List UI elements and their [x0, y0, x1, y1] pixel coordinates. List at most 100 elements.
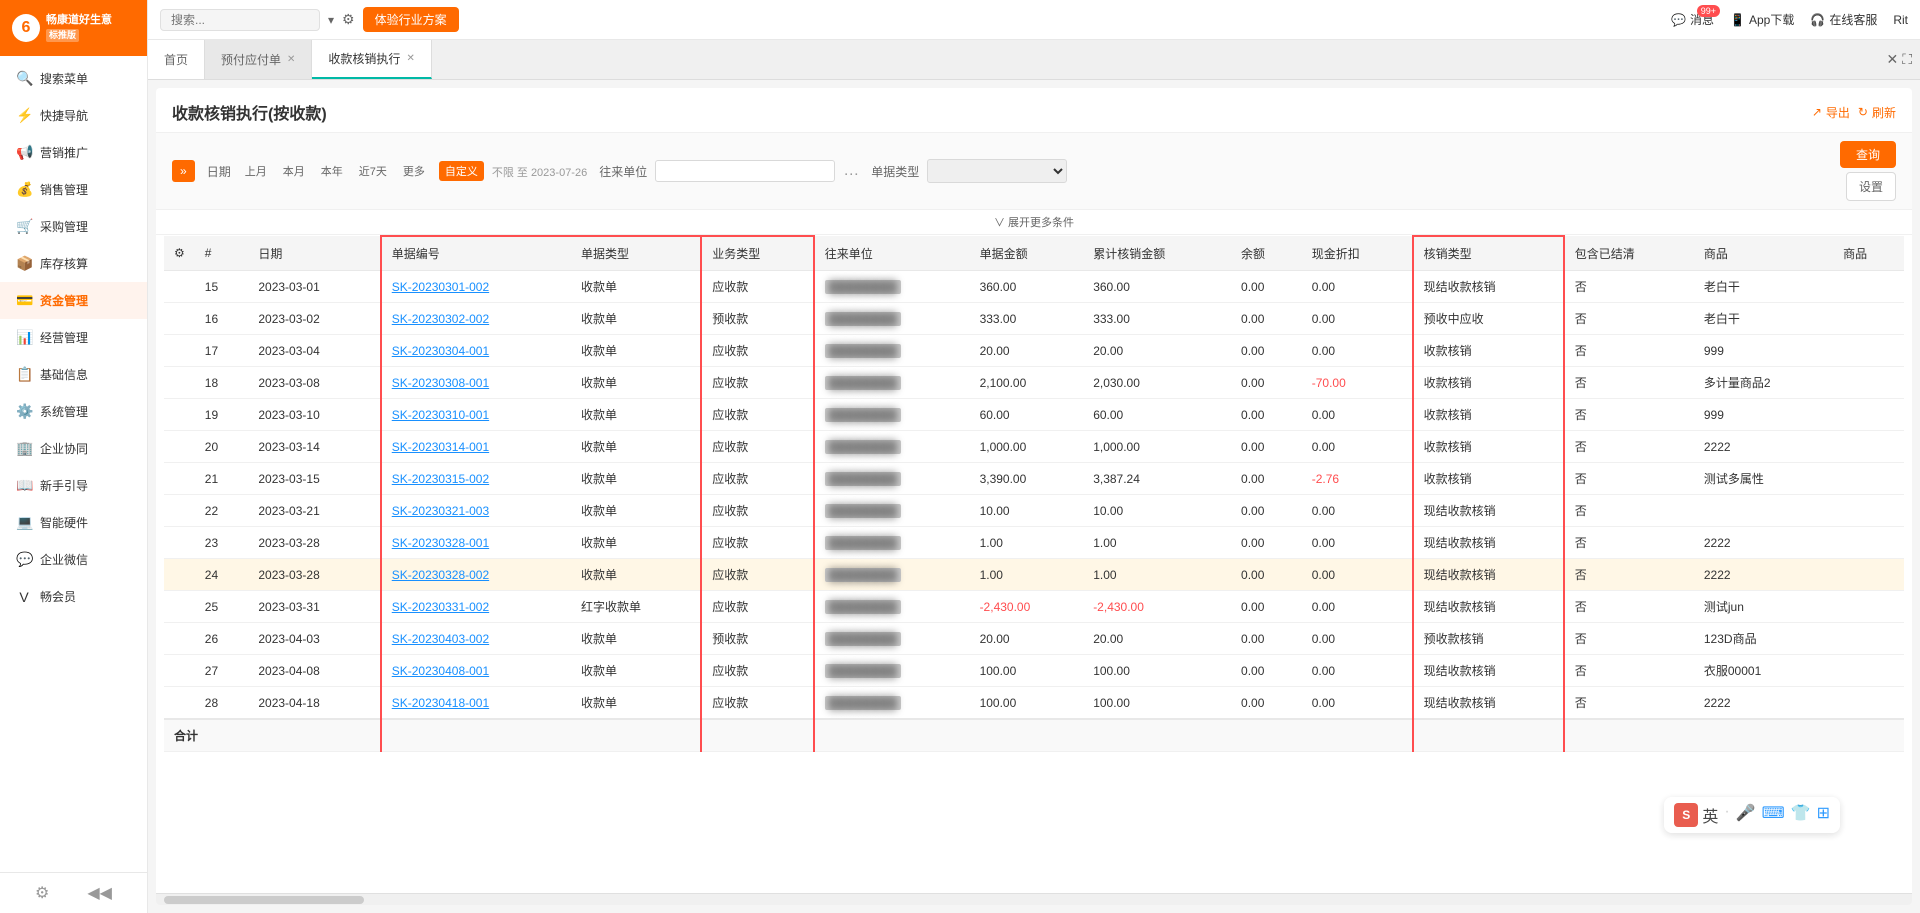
- cell-verify-type: 现结收款核销: [1413, 559, 1564, 591]
- tab-receipt-verify[interactable]: 收款核销执行 ✕: [312, 40, 431, 79]
- cell-settings[interactable]: [164, 559, 195, 591]
- expand-more-bar[interactable]: ∨ 展开更多条件: [156, 210, 1912, 235]
- footer-label: 合计: [164, 719, 381, 752]
- cell-goods2: [1833, 559, 1904, 591]
- app-download-button[interactable]: 📱 App下载: [1730, 11, 1794, 28]
- tab-fullscreen-button[interactable]: ⛶: [1902, 51, 1912, 68]
- query-button[interactable]: 查询: [1840, 141, 1896, 168]
- cell-settings[interactable]: [164, 655, 195, 687]
- filter-billtype-select[interactable]: [927, 159, 1067, 183]
- bill-no-link[interactable]: SK-20230418-001: [392, 696, 489, 710]
- topbar-dropdown-icon[interactable]: ▾: [328, 13, 334, 27]
- sidebar-item-operation[interactable]: 📊经营管理: [0, 319, 147, 356]
- cell-settings[interactable]: [164, 399, 195, 431]
- table-scrollbar[interactable]: [156, 893, 1912, 905]
- sidebar-item-purchase[interactable]: 🛒采购管理: [0, 208, 147, 245]
- sidebar-item-corp[interactable]: 🏢企业协同: [0, 430, 147, 467]
- cell-include-settled: 否: [1564, 463, 1694, 495]
- sidebar-item-guide[interactable]: 📖新手引导: [0, 467, 147, 504]
- bill-no-link[interactable]: SK-20230331-002: [392, 600, 489, 614]
- bill-no-link[interactable]: SK-20230308-001: [392, 376, 489, 390]
- cell-settings[interactable]: [164, 623, 195, 655]
- bill-no-link[interactable]: SK-20230301-002: [392, 280, 489, 294]
- sidebar-item-quick-nav[interactable]: ⚡快捷导航: [0, 97, 147, 134]
- cell-settings[interactable]: [164, 303, 195, 335]
- online-service-button[interactable]: 🎧 在线客服: [1810, 11, 1877, 28]
- tab-close-all-button[interactable]: ✕: [1886, 51, 1898, 68]
- filter-more-btn[interactable]: 更多: [397, 161, 431, 181]
- sidebar-item-wechat[interactable]: 💬企业微信: [0, 541, 147, 578]
- export-button[interactable]: ↗ 导出: [1812, 104, 1850, 121]
- cell-verify-type: 预收款核销: [1413, 623, 1564, 655]
- sidebar-item-member[interactable]: V畅会员: [0, 578, 147, 615]
- tab-receipt-close-icon[interactable]: ✕: [406, 53, 414, 64]
- messages-button[interactable]: 💬 消息 99+: [1671, 11, 1714, 28]
- filter-this-month-btn[interactable]: 本月: [277, 161, 311, 181]
- cell-settings[interactable]: [164, 591, 195, 623]
- bill-no-link[interactable]: SK-20230304-001: [392, 344, 489, 358]
- sidebar-item-search[interactable]: 🔍搜索菜单: [0, 60, 147, 97]
- industry-solution-button[interactable]: 体验行业方案: [363, 7, 459, 32]
- sidebar-item-finance[interactable]: 💳资金管理: [0, 282, 147, 319]
- cell-goods: 2222: [1694, 527, 1833, 559]
- sidebar-label-system: 系统管理: [40, 403, 88, 420]
- cell-balance: 0.00: [1231, 591, 1302, 623]
- cell-settings[interactable]: [164, 367, 195, 399]
- refresh-button[interactable]: ↻ 刷新: [1858, 104, 1896, 121]
- cell-settings[interactable]: [164, 495, 195, 527]
- topbar-gear-icon[interactable]: ⚙: [342, 11, 355, 28]
- cell-date: 2023-03-21: [248, 495, 380, 527]
- cell-settings[interactable]: [164, 335, 195, 367]
- bill-no-link[interactable]: SK-20230315-002: [392, 472, 489, 486]
- sidebar-item-inventory[interactable]: 📦库存核算: [0, 245, 147, 282]
- bill-no-link[interactable]: SK-20230302-002: [392, 312, 489, 326]
- bill-no-link[interactable]: SK-20230310-001: [392, 408, 489, 422]
- tab-prepay-bill[interactable]: 预付应付单 ✕: [205, 40, 312, 79]
- filter-prev-month-btn[interactable]: 上月: [239, 161, 273, 181]
- grid-icon[interactable]: ⊞: [1817, 803, 1830, 827]
- collapse-icon[interactable]: ◀◀: [87, 883, 112, 903]
- bill-no-link[interactable]: SK-20230328-002: [392, 568, 489, 582]
- th-settings[interactable]: ⚙: [164, 236, 195, 271]
- filter-7days-btn[interactable]: 近7天: [353, 161, 393, 181]
- tab-prepay-close-icon[interactable]: ✕: [287, 54, 295, 65]
- filter-custom-btn[interactable]: 自定义: [439, 161, 484, 181]
- horizontal-scrollbar[interactable]: [164, 896, 364, 904]
- logo-icon: 6: [12, 14, 40, 42]
- bill-no-link[interactable]: SK-20230314-001: [392, 440, 489, 454]
- filter-partner-input[interactable]: [655, 160, 835, 182]
- tab-home[interactable]: 首页: [148, 40, 205, 79]
- filter-expand-button[interactable]: »: [172, 160, 195, 182]
- shirt-icon[interactable]: 👕: [1791, 803, 1811, 827]
- footer-settled: [1564, 719, 1694, 752]
- keyboard-icon[interactable]: ⌨: [1762, 803, 1785, 827]
- filter-billtype-label: 单据类型: [871, 163, 919, 180]
- cell-settings[interactable]: [164, 527, 195, 559]
- bill-no-link[interactable]: SK-20230321-003: [392, 504, 489, 518]
- cell-settings[interactable]: [164, 431, 195, 463]
- cell-settings[interactable]: [164, 687, 195, 720]
- sidebar-item-system[interactable]: ⚙️系统管理: [0, 393, 147, 430]
- bill-no-link[interactable]: SK-20230408-001: [392, 664, 489, 678]
- cell-verify-type: 现结收款核销: [1413, 495, 1564, 527]
- cell-settings[interactable]: [164, 271, 195, 303]
- set-button[interactable]: 设置: [1846, 172, 1896, 201]
- english-icon[interactable]: 英: [1702, 803, 1718, 827]
- sidebar-item-sales[interactable]: 💰销售管理: [0, 171, 147, 208]
- mic-icon[interactable]: 🎤: [1736, 803, 1756, 827]
- cell-settings[interactable]: [164, 463, 195, 495]
- cell-include-settled: 否: [1564, 527, 1694, 559]
- settings-bottom-icon[interactable]: ⚙: [35, 883, 49, 903]
- sidebar-item-basic-info[interactable]: 📋基础信息: [0, 356, 147, 393]
- filter-bar: » 日期 上月 本月 本年 近7天 更多 自定义 不限 至 2023-07-26…: [156, 133, 1912, 210]
- filter-this-year-btn[interactable]: 本年: [315, 161, 349, 181]
- user-name[interactable]: Rit: [1893, 13, 1908, 27]
- cell-biz-type: 应收款: [701, 655, 814, 687]
- topbar-search-input[interactable]: [160, 9, 320, 31]
- cell-amount: 20.00: [970, 335, 1084, 367]
- bill-no-link[interactable]: SK-20230328-001: [392, 536, 489, 550]
- sidebar-item-marketing[interactable]: 📢营销推广: [0, 134, 147, 171]
- sidebar-item-hardware[interactable]: 💻智能硬件: [0, 504, 147, 541]
- bill-no-link[interactable]: SK-20230403-002: [392, 632, 489, 646]
- cell-verify-amount: 20.00: [1083, 623, 1231, 655]
